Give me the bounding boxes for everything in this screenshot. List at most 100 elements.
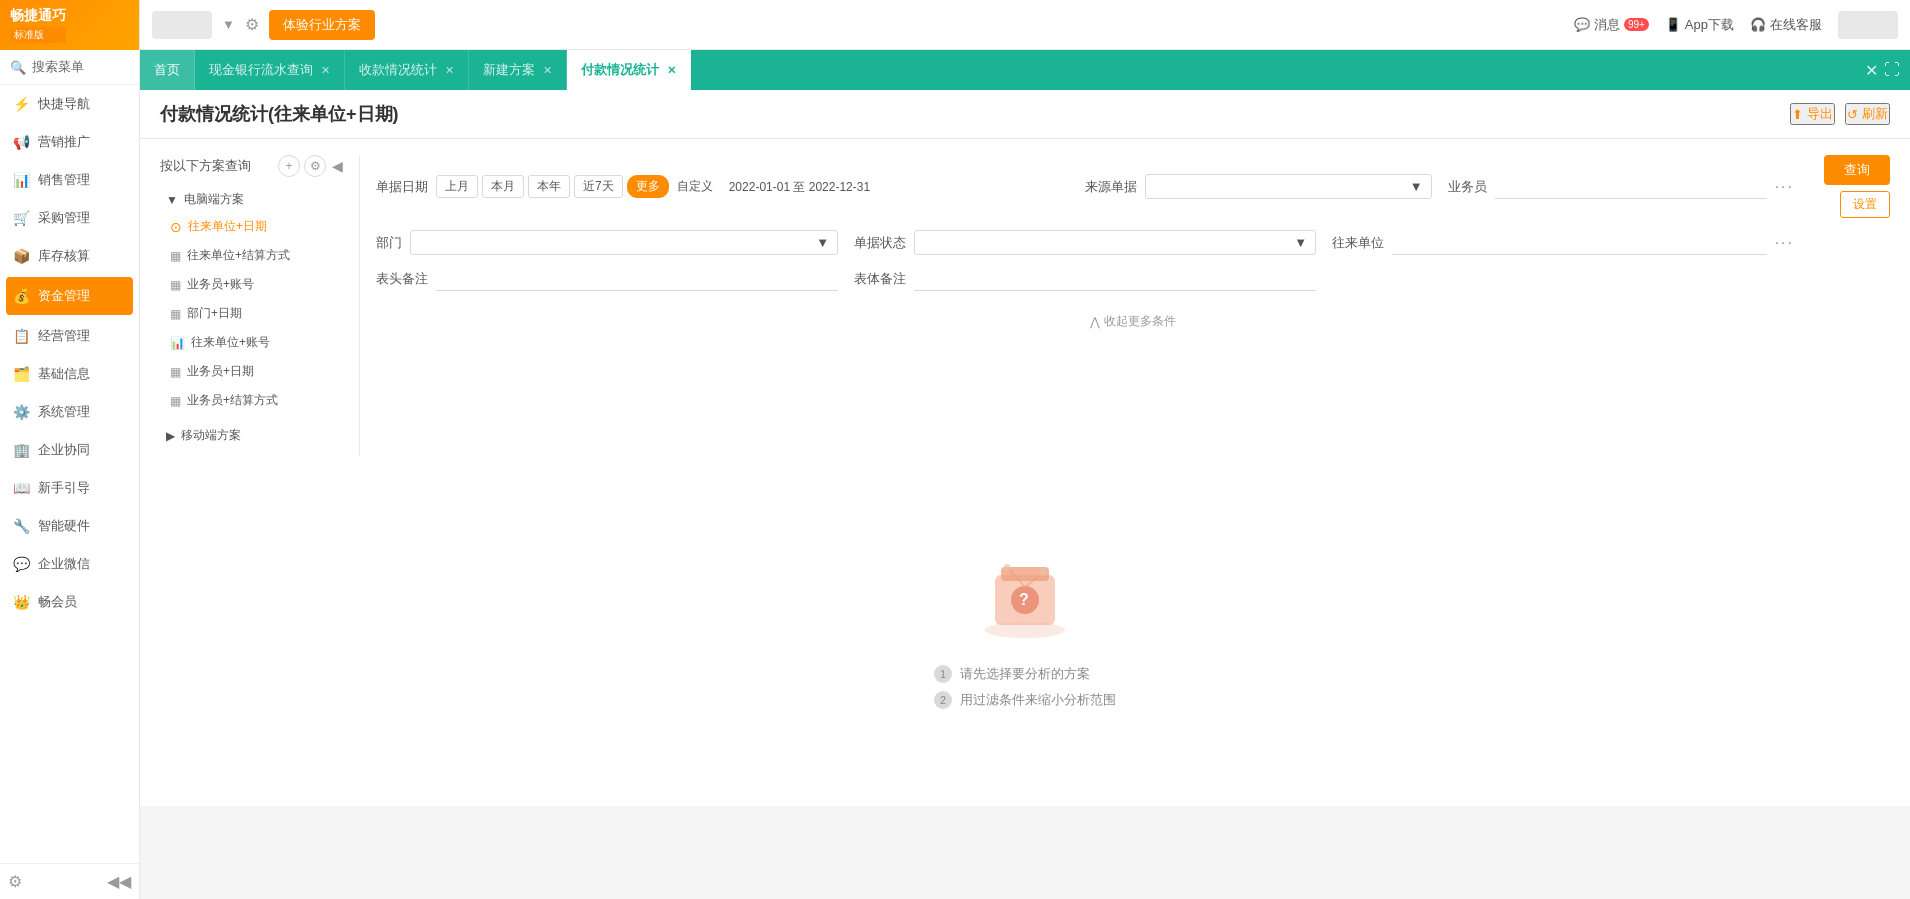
filter-body-note-item: 表体备注 [854, 267, 1316, 291]
settings-display-btn[interactable]: 设置 [1840, 191, 1890, 218]
tab-income-close[interactable]: ✕ [445, 64, 454, 77]
tab-home-label: 首页 [154, 61, 180, 79]
sidebar-item-label: 营销推广 [38, 133, 90, 151]
collapse-conditions-btn[interactable]: ⋀ 收起更多条件 [1090, 313, 1176, 330]
sidebar-collapse-btn[interactable]: ◀◀ [107, 872, 131, 891]
sidebar-settings-btn[interactable]: ⚙ [8, 872, 22, 891]
tab-bank-close[interactable]: ✕ [321, 64, 330, 77]
trial-btn[interactable]: 体验行业方案 [269, 10, 375, 40]
sidebar-item-label: 企业协同 [38, 441, 90, 459]
inventory-icon: 📦 [12, 247, 30, 265]
filter-dept-item: 部门 ▼ [376, 230, 838, 255]
sidebar-item-enterprise[interactable]: 🏢 企业协同 [0, 431, 139, 469]
tab-payment[interactable]: 付款情况统计 ✕ [567, 50, 691, 90]
scheme-grid-icon: ▦ [170, 307, 181, 321]
scheme-item-salesman-date[interactable]: ▦ 业务员+日期 [160, 357, 343, 386]
service-btn[interactable]: 🎧 在线客服 [1750, 16, 1822, 34]
svg-point-8 [1004, 564, 1010, 570]
partner-input[interactable] [1392, 231, 1767, 255]
source-label: 来源单据 [1085, 178, 1137, 196]
salesman-input[interactable] [1495, 175, 1767, 199]
filter-row-3: 表头备注 表体备注 [376, 267, 1890, 291]
sidebar-item-label: 系统管理 [38, 403, 90, 421]
scheme-item-label: 往来单位+账号 [191, 334, 270, 351]
hardware-icon: 🔧 [12, 517, 30, 535]
source-select[interactable]: ▼ [1145, 174, 1432, 199]
step-num-1: 1 [934, 665, 952, 683]
tab-bank-label: 现金银行流水查询 [209, 61, 313, 79]
date-btn-this-year[interactable]: 本年 [528, 175, 570, 198]
salesman-label: 业务员 [1448, 178, 1487, 196]
svg-point-6 [1039, 568, 1047, 576]
sidebar-item-marketing[interactable]: 📢 营销推广 [0, 123, 139, 161]
sidebar-item-quick-nav[interactable]: ⚡ 快捷导航 [0, 85, 139, 123]
sidebar-item-label: 新手引导 [38, 479, 90, 497]
scheme-group-desktop-title[interactable]: ▼ 电脑端方案 [160, 187, 343, 212]
filter-section: 按以下方案查询 + ⚙ ◀ ▼ 电脑端方案 ⊙ 往来单 [140, 139, 1910, 456]
sidebar-item-weixin[interactable]: 💬 企业微信 [0, 545, 139, 583]
sidebar-item-basic-info[interactable]: 🗂️ 基础信息 [0, 355, 139, 393]
date-btn-last-month[interactable]: 上月 [436, 175, 478, 198]
tab-payment-label: 付款情况统计 [581, 61, 659, 79]
doc-status-dropdown-icon: ▼ [1294, 235, 1307, 250]
tab-home[interactable]: 首页 [140, 50, 195, 90]
tab-close-all-btn[interactable]: ✕ [1865, 61, 1878, 80]
topbar-user-avatar[interactable] [1838, 11, 1898, 39]
refresh-icon: ↺ [1847, 107, 1858, 122]
export-btn[interactable]: ⬆ 导出 [1790, 103, 1835, 125]
sidebar-logo: 畅捷通巧 [10, 7, 66, 25]
app-icon: 📱 [1665, 17, 1681, 32]
body-note-input[interactable] [914, 267, 1316, 291]
tab-income[interactable]: 收款情况统计 ✕ [345, 50, 469, 90]
tab-bank[interactable]: 现金银行流水查询 ✕ [195, 50, 345, 90]
scheme-settings-btn[interactable]: ⚙ [304, 155, 326, 177]
date-btn-this-month[interactable]: 本月 [482, 175, 524, 198]
empty-illustration: ? [965, 545, 1085, 645]
tab-payment-close[interactable]: ✕ [667, 64, 676, 77]
scheme-toggle-btn[interactable]: ◀ [332, 158, 343, 174]
date-btn-more[interactable]: 更多 [627, 175, 669, 198]
sidebar-item-operations[interactable]: 📋 经营管理 [0, 317, 139, 355]
scheme-item-salesman-account[interactable]: ▦ 业务员+账号 [160, 270, 343, 299]
sidebar-item-system[interactable]: ⚙️ 系统管理 [0, 393, 139, 431]
tab-new-scheme-close[interactable]: ✕ [543, 64, 552, 77]
sidebar-item-vip[interactable]: 👑 畅会员 [0, 583, 139, 621]
sidebar-item-label: 资金管理 [38, 287, 90, 305]
sidebar-item-finance[interactable]: 💰 资金管理 [6, 277, 133, 315]
guide-icon: 📖 [12, 479, 30, 497]
scheme-item-dept-date[interactable]: ▦ 部门+日期 [160, 299, 343, 328]
topbar-dropdown-arrow[interactable]: ▼ [222, 17, 235, 32]
sidebar-item-guide[interactable]: 📖 新手引导 [0, 469, 139, 507]
date-btn-7days[interactable]: 近7天 [574, 175, 623, 198]
salesman-dots-btn[interactable]: ··· [1775, 178, 1794, 196]
scheme-grid-icon: ▦ [170, 278, 181, 292]
scheme-item-partner-account[interactable]: 📊 往来单位+账号 [160, 328, 343, 357]
partner-dots-btn[interactable]: ··· [1775, 234, 1794, 252]
app-download-btn[interactable]: 📱 App下载 [1665, 16, 1734, 34]
sidebar-footer: ⚙ ◀◀ [0, 863, 139, 899]
sidebar-item-label: 快捷导航 [38, 95, 90, 113]
scheme-item-partner-date[interactable]: ⊙ 往来单位+日期 [160, 212, 343, 241]
message-btn[interactable]: 💬 消息 99+ [1574, 16, 1649, 34]
date-range-display[interactable]: 2022-01-01 至 2022-12-31 [729, 179, 870, 196]
sidebar-item-inventory[interactable]: 📦 库存核算 [0, 237, 139, 275]
topbar-settings-icon[interactable]: ⚙ [245, 15, 259, 34]
dept-select[interactable]: ▼ [410, 230, 838, 255]
tab-expand-btn[interactable]: ⛶ [1884, 61, 1900, 79]
sidebar-item-sales[interactable]: 📊 销售管理 [0, 161, 139, 199]
filter-source-item: 来源单据 ▼ [1085, 174, 1432, 199]
add-scheme-btn[interactable]: + [278, 155, 300, 177]
scheme-group-mobile-title[interactable]: ▶ 移动端方案 [160, 423, 343, 448]
tab-new-scheme[interactable]: 新建方案 ✕ [469, 50, 567, 90]
sidebar-search[interactable]: 🔍 搜索菜单 [0, 50, 139, 85]
header-note-input[interactable] [436, 267, 838, 291]
query-btn[interactable]: 查询 [1824, 155, 1890, 185]
sidebar-item-purchase[interactable]: 🛒 采购管理 [0, 199, 139, 237]
doc-status-select[interactable]: ▼ [914, 230, 1316, 255]
scheme-group-arrow-icon: ▶ [166, 429, 175, 443]
scheme-item-partner-settlement[interactable]: ▦ 往来单位+结算方式 [160, 241, 343, 270]
sidebar-item-hardware[interactable]: 🔧 智能硬件 [0, 507, 139, 545]
scheme-item-salesman-settlement[interactable]: ▦ 业务员+结算方式 [160, 386, 343, 415]
filter-salesman-item: 业务员 ··· [1448, 175, 1795, 199]
refresh-btn[interactable]: ↺ 刷新 [1845, 103, 1890, 125]
